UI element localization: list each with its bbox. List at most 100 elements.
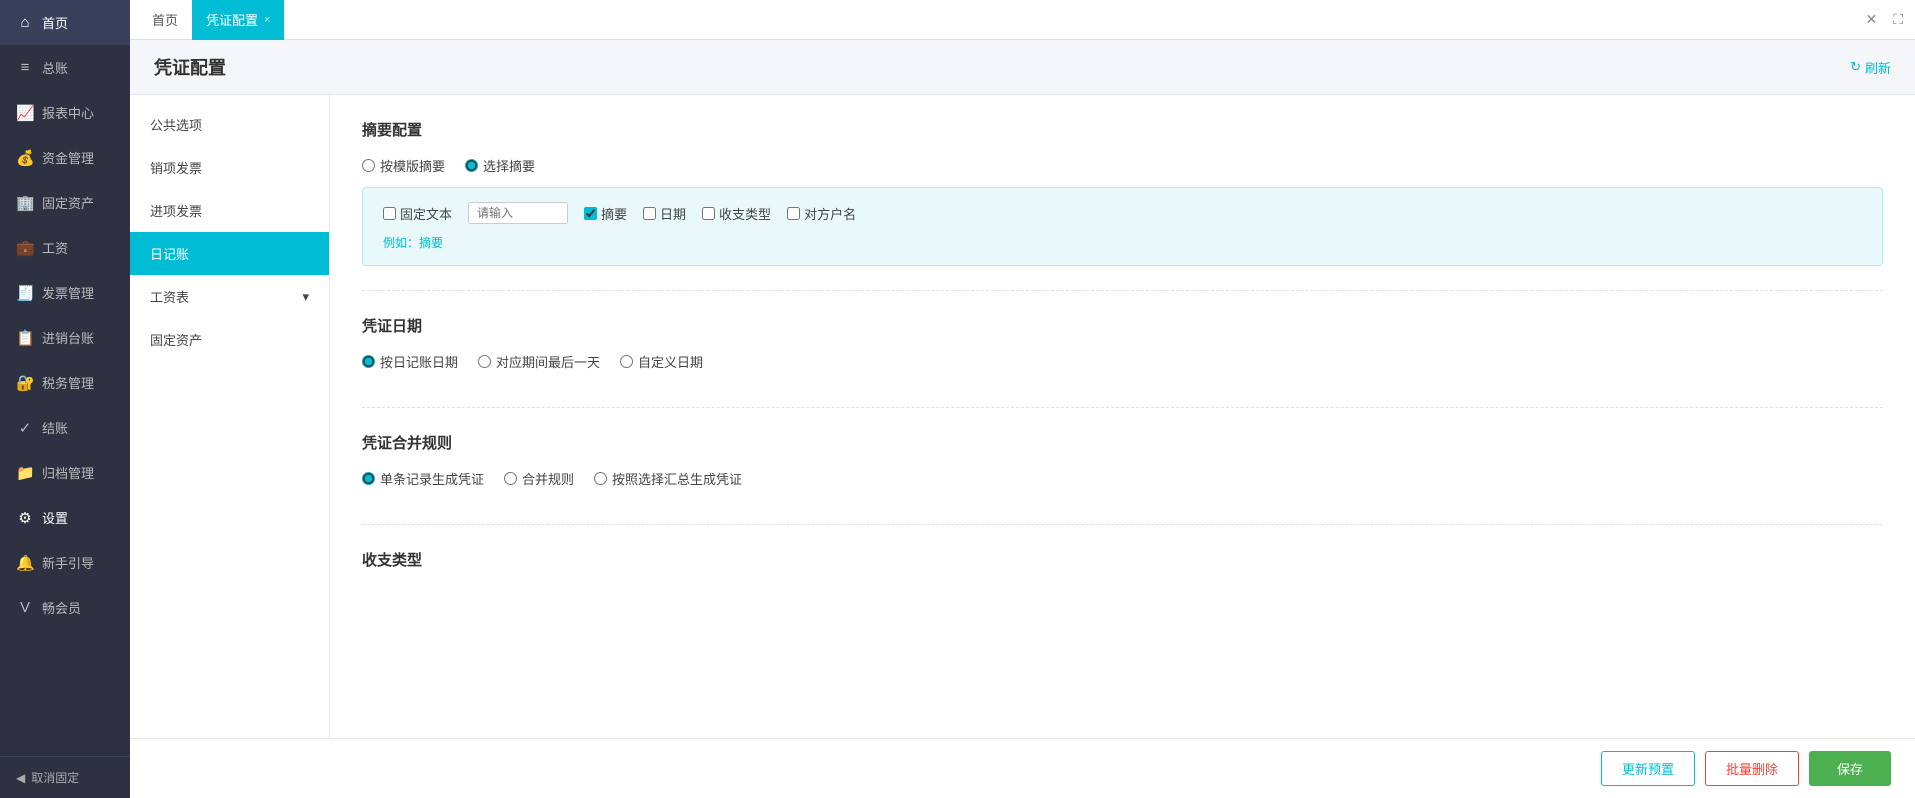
tab-bar: 首页 凭证配置 × ✕ ⛶ (130, 0, 1915, 40)
maximize-window-button[interactable]: ⛶ (1889, 7, 1907, 32)
fixed-text-option[interactable]: 固定文本 (383, 204, 452, 223)
merge-rule-radio[interactable] (504, 472, 517, 485)
content-header: 凭证配置 ↻ 刷新 (130, 40, 1915, 95)
fixed-text-label: 固定文本 (400, 204, 452, 223)
sidebar-item-fixed-assets[interactable]: 🏢 固定资产 (0, 180, 130, 225)
tax-icon: 🔐 (16, 374, 34, 392)
sidebar-item-fund-management[interactable]: 💰 资金管理 (0, 135, 130, 180)
close-window-button[interactable]: ✕ (1861, 7, 1881, 32)
income-expense-option[interactable]: 收支类型 (702, 204, 771, 223)
save-button[interactable]: 保存 (1809, 751, 1891, 786)
bottom-bar: 更新预置 批量删除 保存 (130, 738, 1915, 798)
purchase-icon: 📋 (16, 329, 34, 347)
date-custom-label: 自定义日期 (638, 352, 703, 371)
merge-rule-label: 合并规则 (522, 469, 574, 488)
sidebar-item-label: 结账 (42, 418, 68, 437)
summary-select-label: 选择摘要 (483, 156, 535, 175)
nav-label: 销项发票 (150, 158, 202, 177)
nav-item-purchase-invoice[interactable]: 进项发票 (130, 189, 329, 232)
vip-icon: V (16, 599, 34, 616)
sidebar-item-archive-management[interactable]: 📁 归档管理 (0, 450, 130, 495)
archive-icon: 📁 (16, 464, 34, 482)
date-journal-option[interactable]: 按日记账日期 (362, 352, 458, 371)
summary-generate-option[interactable]: 按照选择汇总生成凭证 (594, 469, 742, 488)
cancel-pin[interactable]: ◀ 取消固定 (0, 756, 130, 798)
merge-rule-option[interactable]: 合并规则 (504, 469, 574, 488)
summary-select-option[interactable]: 选择摘要 (465, 156, 535, 175)
sidebar-item-home[interactable]: ⌂ 首页 (0, 0, 130, 45)
nav-item-public-options[interactable]: 公共选项 (130, 103, 329, 146)
summary-options-row: 固定文本 摘要 日期 收支类型 (383, 202, 1862, 224)
date-custom-option[interactable]: 自定义日期 (620, 352, 703, 371)
sidebar-item-newcomer-guide[interactable]: 🔔 新手引导 (0, 540, 130, 585)
summary-mode-row: 按模版摘要 选择摘要 (362, 156, 1883, 175)
update-preview-button[interactable]: 更新预置 (1601, 751, 1695, 786)
date-journal-radio[interactable] (362, 355, 375, 368)
summary-template-label: 按模版摘要 (380, 156, 445, 175)
tab-close-icon[interactable]: × (264, 14, 270, 26)
summary-checkbox[interactable] (584, 207, 597, 220)
nav-label: 进项发票 (150, 201, 202, 220)
guide-icon: 🔔 (16, 554, 34, 572)
refresh-button[interactable]: ↻ 刷新 (1850, 58, 1891, 77)
report-icon: 📈 (16, 104, 34, 122)
refresh-icon: ↻ (1850, 59, 1861, 75)
single-record-option[interactable]: 单条记录生成凭证 (362, 469, 484, 488)
fixed-text-checkbox[interactable] (383, 207, 396, 220)
assets-icon: 🏢 (16, 194, 34, 212)
sidebar-item-settlement[interactable]: ✓ 结账 (0, 405, 130, 450)
income-expense-label: 收支类型 (719, 204, 771, 223)
income-expense-section-title: 收支类型 (362, 549, 1883, 570)
summary-generate-radio[interactable] (594, 472, 607, 485)
sidebar-item-settings[interactable]: ⚙ 设置 (0, 495, 130, 540)
tab-home-label: 首页 (152, 10, 178, 29)
summary-template-radio[interactable] (362, 159, 375, 172)
date-journal-label: 按日记账日期 (380, 352, 458, 371)
sidebar-item-tax-management[interactable]: 🔐 税务管理 (0, 360, 130, 405)
sidebar-item-purchase-sales[interactable]: 📋 进销台账 (0, 315, 130, 360)
date-last-day-option[interactable]: 对应期间最后一天 (478, 352, 600, 371)
date-checkbox-option[interactable]: 日期 (643, 204, 686, 223)
pin-icon: ◀ (16, 771, 25, 785)
batch-delete-button[interactable]: 批量删除 (1705, 751, 1799, 786)
summary-template-option[interactable]: 按模版摘要 (362, 156, 445, 175)
left-nav: 公共选项 销项发票 进项发票 日记账 工资表 ▾ 固定资产 (130, 95, 330, 738)
sidebar-item-label: 设置 (42, 508, 68, 527)
summary-config-title: 摘要配置 (362, 119, 1883, 140)
counterpart-option[interactable]: 对方户名 (787, 204, 856, 223)
nav-label: 日记账 (150, 244, 189, 263)
nav-label: 工资表 (150, 287, 189, 306)
nav-item-fixed-assets[interactable]: 固定资产 (130, 318, 329, 361)
summary-config-box: 固定文本 摘要 日期 收支类型 (362, 187, 1883, 266)
fixed-text-input[interactable] (468, 202, 568, 224)
sidebar-item-label: 税务管理 (42, 373, 94, 392)
nav-item-sales-invoice[interactable]: 销项发票 (130, 146, 329, 189)
sidebar-item-label: 固定资产 (42, 193, 94, 212)
nav-label: 公共选项 (150, 115, 202, 134)
income-expense-checkbox[interactable] (702, 207, 715, 220)
tab-home[interactable]: 首页 (138, 0, 192, 40)
sidebar-item-payroll[interactable]: 💼 工资 (0, 225, 130, 270)
sidebar-item-invoice-management[interactable]: 🧾 发票管理 (0, 270, 130, 315)
tab-voucher-config[interactable]: 凭证配置 × (192, 0, 284, 40)
sidebar-item-label: 畅会员 (42, 598, 81, 617)
merge-rules-row: 单条记录生成凭证 合并规则 按照选择汇总生成凭证 (362, 469, 1883, 488)
nav-item-journal[interactable]: 日记账 (130, 232, 329, 275)
single-record-label: 单条记录生成凭证 (380, 469, 484, 488)
ledger-icon: ≡ (16, 59, 34, 76)
sidebar-item-vip[interactable]: V 畅会员 (0, 585, 130, 630)
single-record-radio[interactable] (362, 472, 375, 485)
counterpart-checkbox[interactable] (787, 207, 800, 220)
home-icon: ⌂ (16, 14, 34, 31)
date-checkbox[interactable] (643, 207, 656, 220)
sidebar-item-general-ledger[interactable]: ≡ 总账 (0, 45, 130, 90)
nav-item-payroll-table[interactable]: 工资表 ▾ (130, 275, 329, 318)
summary-config-section: 摘要配置 按模版摘要 选择摘要 固定文本 (362, 119, 1883, 291)
summary-checkbox-option[interactable]: 摘要 (584, 204, 627, 223)
summary-generate-label: 按照选择汇总生成凭证 (612, 469, 742, 488)
date-last-day-radio[interactable] (478, 355, 491, 368)
date-custom-radio[interactable] (620, 355, 633, 368)
sidebar-item-label: 发票管理 (42, 283, 94, 302)
summary-select-radio[interactable] (465, 159, 478, 172)
sidebar-item-report-center[interactable]: 📈 报表中心 (0, 90, 130, 135)
